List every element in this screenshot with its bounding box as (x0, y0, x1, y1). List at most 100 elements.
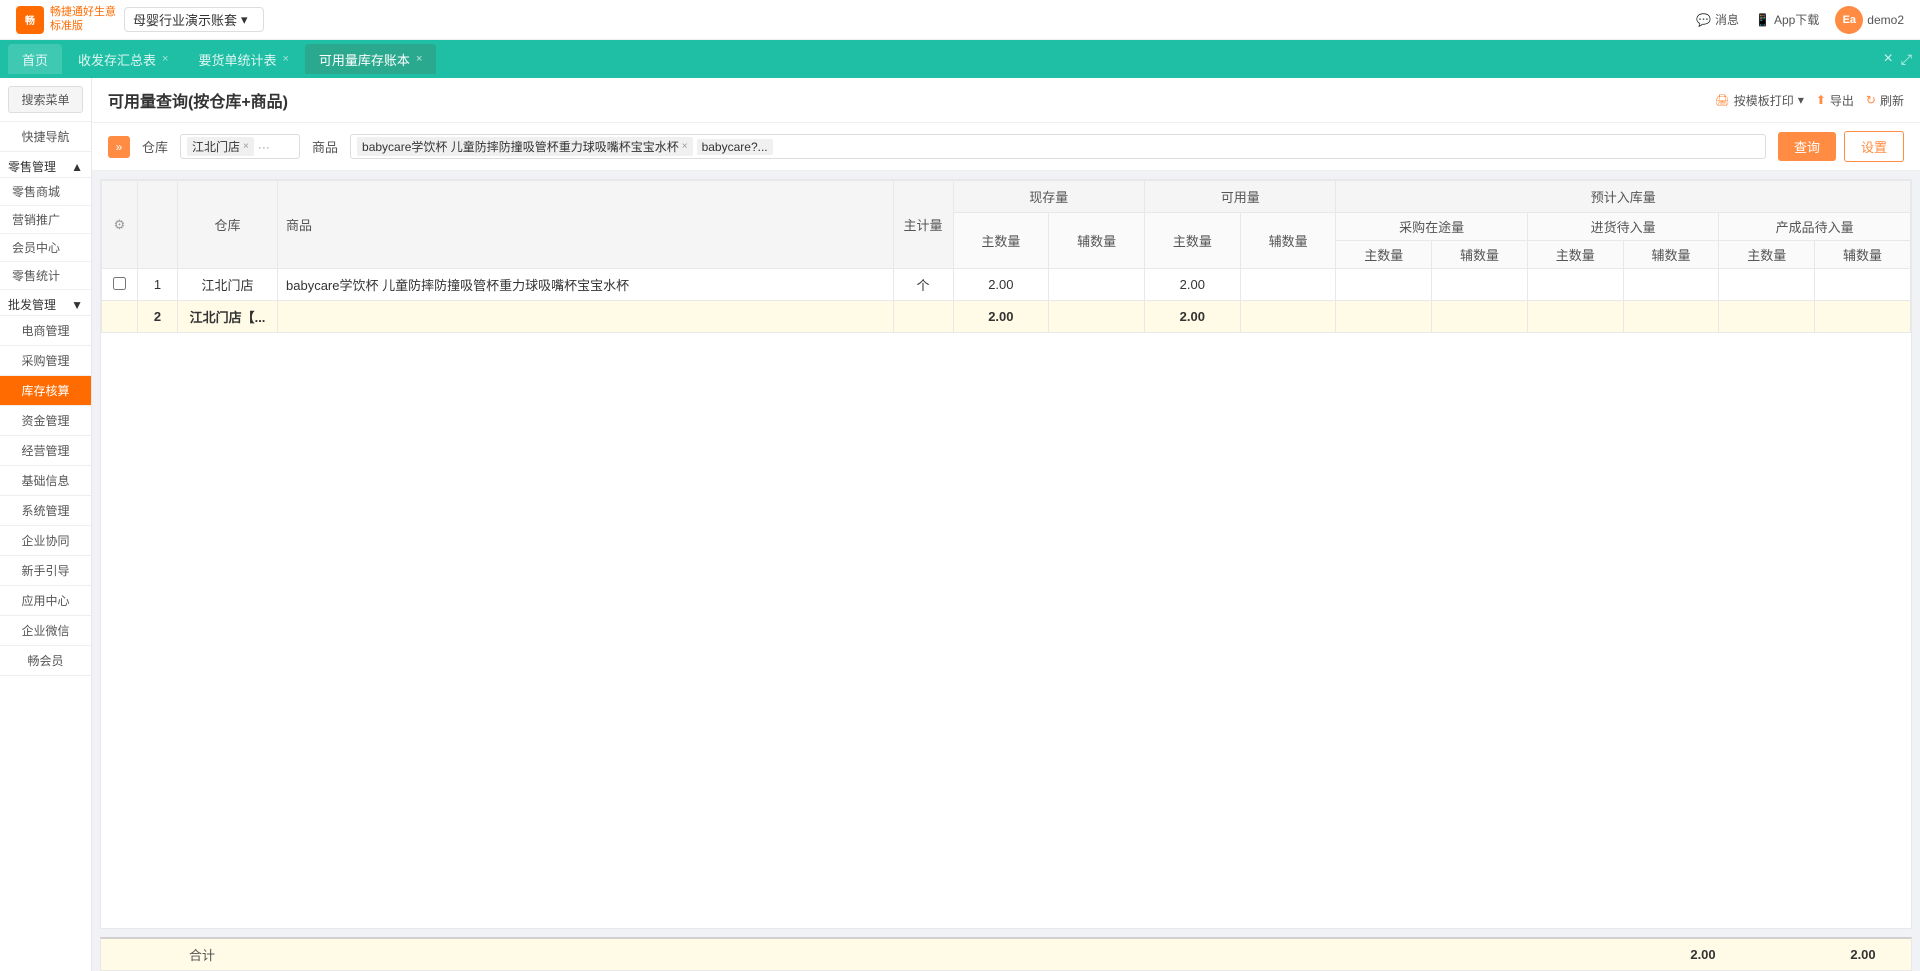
setting-btn[interactable]: 设置 (1844, 131, 1904, 162)
print-icon: 🖨 (1715, 93, 1730, 107)
sidebar-section-retail[interactable]: 零售管理 ▲ (0, 152, 91, 178)
chevron-down-icon: ▾ (241, 12, 248, 28)
footer-label: 合计 (109, 945, 215, 964)
logo-area: 畅 畅捷通好生意 标准版 (16, 6, 116, 34)
row1-p-transit-aux (1432, 269, 1528, 301)
row2-incoming-aux (1623, 301, 1719, 333)
row2-unit (893, 301, 953, 333)
nav-close-all-btn[interactable]: × (1883, 50, 1892, 68)
row2-current-main: 2.00 (953, 301, 1049, 333)
gear-icon: ⚙ (114, 217, 126, 232)
table-container[interactable]: ⚙ 仓库 商品 主计量 现存量 可用量 预计入库量 主数量 辅数量 主数量 (100, 179, 1912, 929)
tab-receipts[interactable]: 收发存汇总表 × (64, 44, 182, 74)
print-btn[interactable]: 🖨 按模板打印 ▾ (1715, 92, 1804, 109)
sidebar-item-basic[interactable]: 基础信息 (0, 466, 91, 496)
th-current-main: 主数量 (953, 213, 1049, 269)
row1-product: babycare学饮杯 儿童防摔防撞吸管杯重力球吸嘴杯宝宝水杯 (278, 269, 894, 301)
template-selector[interactable]: 母婴行业演示账套 ▾ (124, 7, 264, 32)
row1-checkbox[interactable] (102, 269, 138, 301)
sidebar-item-newbie[interactable]: 新手引导 (0, 556, 91, 586)
tab-receipts-label: 收发存汇总表 (78, 50, 156, 69)
row1-warehouse: 江北门店 (178, 269, 278, 301)
sidebar-item-appstore[interactable]: 应用中心 (0, 586, 91, 616)
logo-text: 畅捷通好生意 标准版 (50, 6, 116, 32)
page-title: 可用量查询(按仓库+商品) (108, 88, 288, 112)
product-filter-tags[interactable]: babycare学饮杯 儿童防摔防撞吸管杯重力球吸嘴杯宝宝水杯 × babyca… (350, 134, 1766, 159)
export-icon: ⬆ (1816, 93, 1826, 107)
query-btn[interactable]: 查询 (1778, 132, 1836, 161)
sidebar-item-members[interactable]: 会员中心 (0, 234, 91, 262)
message-btn[interactable]: 💬 消息 (1696, 11, 1739, 28)
row1-p-transit-main (1336, 269, 1432, 301)
sidebar-item-inventory[interactable]: 库存核算 (0, 376, 91, 406)
row2-p-transit-aux (1432, 301, 1528, 333)
main-layout: 搜索菜单 快捷导航 零售管理 ▲ 零售商城 营销推广 会员中心 零售统计 批发管… (0, 78, 1920, 971)
th-product: 商品 (278, 181, 894, 269)
app-download-btn[interactable]: 📱 App下载 (1755, 11, 1819, 28)
tab-available-stock-close[interactable]: × (416, 53, 422, 65)
sidebar-item-marketing[interactable]: 营销推广 (0, 206, 91, 234)
sidebar-item-purchase[interactable]: 采购管理 (0, 346, 91, 376)
product-tag-1: babycare学饮杯 儿童防摔防撞吸管杯重力球吸嘴杯宝宝水杯 × (357, 137, 693, 156)
tab-order-stats-close[interactable]: × (282, 53, 288, 65)
sidebar-item-member[interactable]: 畅会员 (0, 646, 91, 676)
nav-tabs: 首页 收发存汇总表 × 要货单统计表 × 可用量库存账本 × × ⤢ (0, 40, 1920, 78)
chevron-icon-wholesale: ▼ (71, 298, 83, 312)
th-avail-main: 主数量 (1144, 213, 1240, 269)
table-row-subtotal: 2 江北门店【... 2.00 2.00 (102, 301, 1911, 333)
nav-expand-btn[interactable]: ⤢ (1901, 51, 1912, 68)
tab-available-stock[interactable]: 可用量库存账本 × (305, 44, 436, 74)
filter-more-btn[interactable]: ··· (258, 140, 270, 154)
tab-home[interactable]: 首页 (8, 44, 62, 74)
sidebar-item-wechat[interactable]: 企业微信 (0, 616, 91, 646)
sidebar-item-system[interactable]: 系统管理 (0, 496, 91, 526)
top-header: 畅 畅捷通好生意 标准版 母婴行业演示账套 ▾ 💬 消息 📱 App下载 Ea … (0, 0, 1920, 40)
sidebar-search-btn[interactable]: 搜索菜单 (8, 86, 83, 113)
table-footer: 合计 2.00 2.00 (100, 937, 1912, 971)
phone-icon: 📱 (1755, 13, 1770, 27)
th-forecast-group: 预计入库量 (1336, 181, 1911, 213)
header-left: 畅 畅捷通好生意 标准版 母婴行业演示账套 ▾ (16, 6, 264, 34)
sidebar-item-enterprise[interactable]: 企业协同 (0, 526, 91, 556)
warehouse-tag-close[interactable]: × (243, 141, 249, 152)
tab-home-label: 首页 (22, 50, 48, 69)
row1-current-main: 2.00 (953, 269, 1049, 301)
th-checkbox: ⚙ (102, 181, 138, 269)
warehouse-filter-tags[interactable]: 江北门店 × ··· (180, 134, 300, 159)
warehouse-tag: 江北门店 × (187, 137, 254, 156)
tab-order-stats[interactable]: 要货单统计表 × (184, 44, 302, 74)
row1-unit: 个 (893, 269, 953, 301)
row2-checkbox[interactable] (102, 301, 138, 333)
sidebar-section-wholesale[interactable]: 批发管理 ▼ (0, 290, 91, 316)
th-p-in-transit-main: 主数量 (1336, 241, 1432, 269)
th-warehouse: 仓库 (178, 181, 278, 269)
header-right: 💬 消息 📱 App下载 Ea demo2 (1696, 6, 1904, 34)
refresh-btn[interactable]: ↻ 刷新 (1866, 92, 1904, 109)
content-area: 可用量查询(按仓库+商品) 🖨 按模板打印 ▾ ⬆ 导出 ↻ 刷新 » (92, 78, 1920, 971)
sidebar-search-area: 搜索菜单 (0, 78, 91, 122)
sidebar: 搜索菜单 快捷导航 零售管理 ▲ 零售商城 营销推广 会员中心 零售统计 批发管… (0, 78, 92, 971)
row1-avail-aux (1240, 269, 1336, 301)
warehouse-filter-label: 仓库 (142, 137, 168, 156)
row1-incoming-aux (1623, 269, 1719, 301)
filter-toggle-btn[interactable]: » (108, 136, 130, 158)
chevron-print: ▾ (1798, 93, 1804, 107)
th-current-aux: 辅数量 (1049, 213, 1145, 269)
sidebar-item-retail-stats[interactable]: 零售统计 (0, 262, 91, 290)
row1-check-input[interactable] (113, 277, 126, 290)
th-product-pending-group: 产成品待入量 (1719, 213, 1911, 241)
user-menu[interactable]: Ea demo2 (1835, 6, 1904, 34)
page-actions: 🖨 按模板打印 ▾ ⬆ 导出 ↻ 刷新 (1715, 92, 1904, 109)
row1-avail-main: 2.00 (1144, 269, 1240, 301)
th-incoming-aux: 辅数量 (1623, 241, 1719, 269)
sidebar-item-operations[interactable]: 经营管理 (0, 436, 91, 466)
th-p-in-transit-aux: 辅数量 (1432, 241, 1528, 269)
tab-receipts-close[interactable]: × (162, 53, 168, 65)
sidebar-item-retail-mall[interactable]: 零售商城 (0, 178, 91, 206)
export-btn[interactable]: ⬆ 导出 (1816, 92, 1854, 109)
sidebar-item-ecommerce[interactable]: 电商管理 (0, 316, 91, 346)
product-tag-1-close[interactable]: × (682, 141, 688, 152)
sidebar-item-finance[interactable]: 资金管理 (0, 406, 91, 436)
sidebar-item-quick-nav[interactable]: 快捷导航 (0, 122, 91, 152)
th-product-aux: 辅数量 (1815, 241, 1911, 269)
